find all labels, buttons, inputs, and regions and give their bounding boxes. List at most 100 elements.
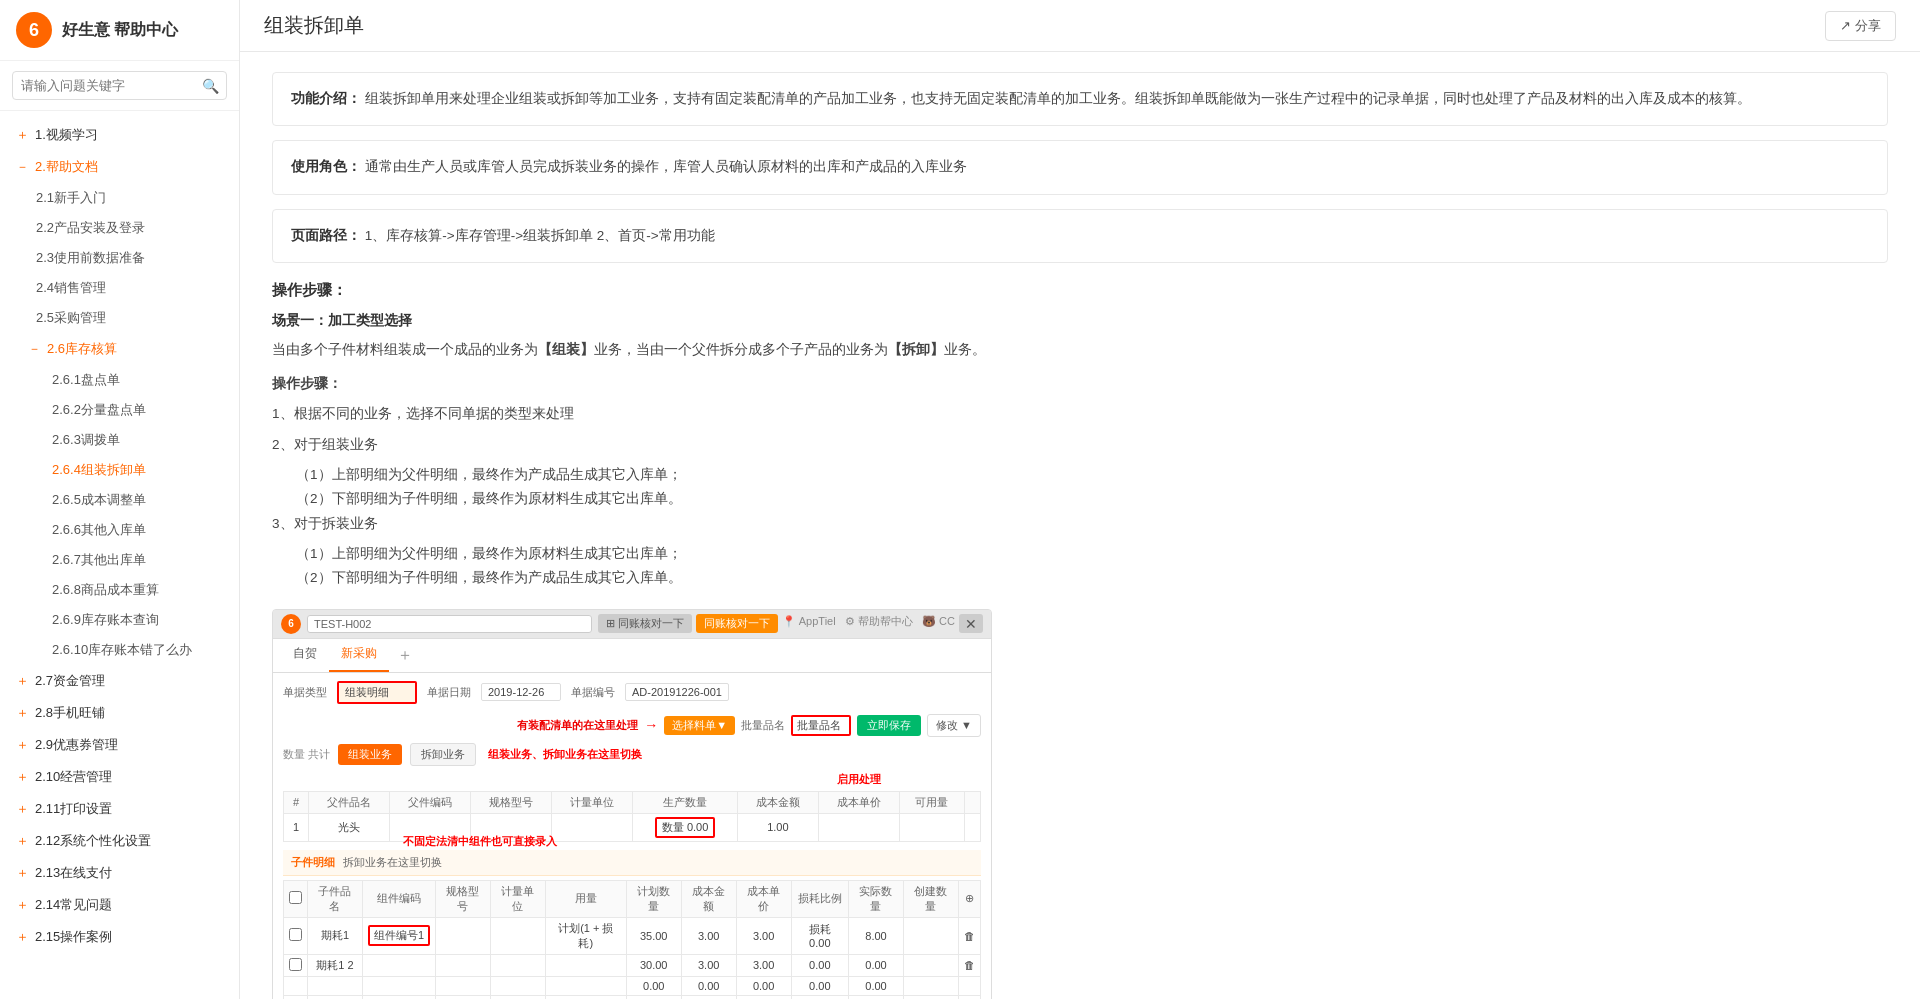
sidebar-header: 6 好生意 帮助中心 — [0, 0, 239, 61]
ss-form-row1: 单据类型 组装明细 单据日期 2019-12-26 单据编号 AD-201912… — [283, 681, 981, 737]
ss-lower-th-plan-qty: 计划数量 — [626, 880, 681, 917]
search-button[interactable]: 🔍 — [202, 78, 219, 94]
ss-tab-home[interactable]: 自贺 — [281, 639, 329, 672]
ss-lower-th-unitcost: 成本单价 — [736, 880, 791, 917]
sidebar-item-install[interactable]: 2.2产品安装及登录 — [0, 213, 239, 243]
sidebar-item-partial-stock[interactable]: 2.6.2分量盘点单 — [0, 395, 239, 425]
steps-title: 操作步骤： — [272, 281, 1888, 300]
ss-upper-td-avail — [899, 813, 964, 841]
sidebar-item-help-docs[interactable]: － 2.帮助文档 — [0, 151, 239, 183]
plus-icon-mgmt: ＋ — [16, 768, 29, 786]
sidebar-item-customize[interactable]: ＋ 2.12系统个性化设置 — [0, 825, 239, 857]
sidebar-item-purchase[interactable]: 2.5采购管理 — [0, 303, 239, 333]
ss-addr-bar: TEST-H002 — [307, 615, 592, 633]
ss-date-label: 单据日期 — [427, 685, 471, 700]
ss-upper-th-name: 父件品名 — [309, 791, 390, 813]
ss-doc-type-value: 组装明细 — [337, 681, 417, 704]
ss-lower-table-area: 子件品名 组件编码 规格型号 计量单位 用量 计划数量 成本金额 成本单价 损耗… — [283, 880, 981, 999]
ss-lower-th-unit: 计量单位 — [490, 880, 545, 917]
sidebar-item-cost-adjust[interactable]: 2.6.5成本调整单 — [0, 485, 239, 515]
page-title: 组装拆卸单 — [264, 12, 364, 39]
ss-section-title: 子件明细 — [291, 855, 335, 870]
step2-2: （2）下部明细为子件明细，最终作为原材料生成其它出库单。 — [272, 487, 1888, 511]
sidebar-item-cases[interactable]: ＋ 2.15操作案例 — [0, 921, 239, 953]
intro-text-3: 1、库存核算->库存管理->组装拆卸单 2、首页->常用功能 — [365, 228, 715, 243]
sidebar-item-finance[interactable]: ＋ 2.7资金管理 — [0, 665, 239, 697]
ss-batch-annotation-row: 启用处理 — [283, 772, 981, 787]
table-row: 0.000.000.000.000.00 — [284, 995, 981, 999]
minus-icon: － — [16, 158, 29, 176]
sidebar-item-mgmt[interactable]: ＋ 2.10经营管理 — [0, 761, 239, 793]
ss-upper-th-unitcost: 成本单价 — [818, 791, 899, 813]
sidebar-item-inventory[interactable]: － 2.6库存核算 — [0, 333, 239, 365]
sidebar-item-stocktake[interactable]: 2.6.1盘点单 — [0, 365, 239, 395]
intro-label-2: 使用角色： — [291, 159, 361, 174]
ss-bom-btn[interactable]: 选择料单▼ — [664, 716, 735, 735]
sidebar-item-other-in[interactable]: 2.6.6其他入库单 — [0, 515, 239, 545]
sidebar-item-sales[interactable]: 2.4销售管理 — [0, 273, 239, 303]
ss-lower-th-create: 创建数量 — [903, 880, 958, 917]
ss-lower-th-op: ⊕ — [958, 880, 980, 917]
sidebar-item-payment[interactable]: ＋ 2.13在线支付 — [0, 857, 239, 889]
sidebar-item-inv-book[interactable]: 2.6.9库存账本查询 — [0, 605, 239, 635]
ss-lower-th-spec: 规格型号 — [436, 880, 491, 917]
ss-btn-orange[interactable]: 同账核对一下 — [696, 614, 778, 633]
ss-select-all[interactable] — [289, 891, 302, 904]
ss-upper-th-num: # — [284, 791, 309, 813]
plus-icon-payment: ＋ — [16, 864, 29, 882]
ss-upper-th-unit: 计量单位 — [552, 791, 633, 813]
ss-doc-type-label: 单据类型 — [283, 685, 327, 700]
ss-batch-input[interactable]: 批量品名 — [791, 715, 851, 736]
screenshot-topbar: 6 TEST-H002 ⊞ 同账核对一下 同账核对一下 📍 AppTiel ⚙ … — [273, 610, 991, 639]
sidebar-item-new-user[interactable]: 2.1新手入门 — [0, 183, 239, 213]
sidebar-item-data-prep[interactable]: 2.3使用前数据准备 — [0, 243, 239, 273]
ss-upper-th-cost: 成本金额 — [737, 791, 818, 813]
sidebar-item-assembly[interactable]: 2.6.4组装拆卸单 — [0, 455, 239, 485]
ss-tab-purchase[interactable]: 新采购 — [329, 639, 389, 672]
ss-btn-checklist: ⊞ 同账核对一下 — [598, 614, 692, 633]
table-row: 期耗1 组件编号1 计划(1 + 损耗) 35.00 3.00 3.00 损耗 … — [284, 917, 981, 954]
step2: 2、对于组装业务 — [272, 433, 1888, 457]
ss-save-btn[interactable]: 立即保存 — [857, 715, 921, 736]
ss-logo: 6 — [281, 614, 301, 634]
ss-row-check-1[interactable] — [289, 928, 302, 941]
ss-modify-btn[interactable]: 修改 ▼ — [927, 714, 981, 737]
sidebar-item-mobile[interactable]: ＋ 2.8手机旺铺 — [0, 697, 239, 729]
ss-upper-td-cost: 1.00 — [737, 813, 818, 841]
ss-batch-label: 批量品名 — [741, 718, 785, 733]
plus-icon-cases: ＋ — [16, 928, 29, 946]
ss-upper-td-op — [964, 813, 980, 841]
sidebar-item-other-out[interactable]: 2.6.7其他出库单 — [0, 545, 239, 575]
sidebar-item-faq[interactable]: ＋ 2.14常见问题 — [0, 889, 239, 921]
ss-lower-th-actual: 实际数量 — [849, 880, 904, 917]
table-row: 0.000.000.000.000.00 — [284, 976, 981, 995]
ss-lower-table: 子件品名 组件编码 规格型号 计量单位 用量 计划数量 成本金额 成本单价 损耗… — [283, 880, 981, 999]
ss-row-check-2[interactable] — [289, 958, 302, 971]
plus-icon-mobile: ＋ — [16, 704, 29, 722]
content-area: 功能介绍： 组装拆卸单用来处理企业组装或拆卸等加工业务，支持有固定装配清单的产品… — [240, 52, 1920, 999]
share-button[interactable]: ↗ 分享 — [1825, 11, 1896, 41]
ss-upper-th-avail: 可用量 — [899, 791, 964, 813]
ss-topbar-icons: 📍 AppTiel ⚙ 帮助帮中心 🐻 CC — [782, 614, 955, 633]
step1: 1、根据不同的业务，选择不同单据的类型来处理 — [272, 402, 1888, 426]
step3-1: （1）上部明细为父件明细，最终作为原材料生成其它出库单； — [272, 542, 1888, 566]
ss-tab-add[interactable]: ＋ — [389, 639, 421, 672]
sidebar-item-print[interactable]: ＋ 2.11打印设置 — [0, 793, 239, 825]
sidebar-item-videos[interactable]: ＋ 1.视频学习 — [0, 119, 239, 151]
steps-subtitle: 操作步骤： — [272, 372, 1888, 396]
sidebar-item-coupon[interactable]: ＋ 2.9优惠券管理 — [0, 729, 239, 761]
sidebar-item-transfer[interactable]: 2.6.3调拨单 — [0, 425, 239, 455]
search-box: 🔍 — [0, 61, 239, 111]
sidebar-item-inv-book-err[interactable]: 2.6.10库存账本错了么办 — [0, 635, 239, 665]
share-label: 分享 — [1855, 17, 1881, 35]
ss-disassemble-btn[interactable]: 拆卸业务 — [410, 743, 476, 766]
plus-icon-coupon: ＋ — [16, 736, 29, 754]
ss-close-btn[interactable]: ✕ — [959, 614, 983, 633]
ss-assemble-btn[interactable]: 组装业务 — [338, 744, 402, 765]
plus-icon-finance: ＋ — [16, 672, 29, 690]
sidebar-item-cost-recalc[interactable]: 2.6.8商品成本重算 — [0, 575, 239, 605]
ss-upper-td-name: 光头 — [309, 813, 390, 841]
search-input[interactable] — [12, 71, 227, 100]
intro-label-1: 功能介绍： — [291, 91, 361, 106]
plus-icon-print: ＋ — [16, 800, 29, 818]
